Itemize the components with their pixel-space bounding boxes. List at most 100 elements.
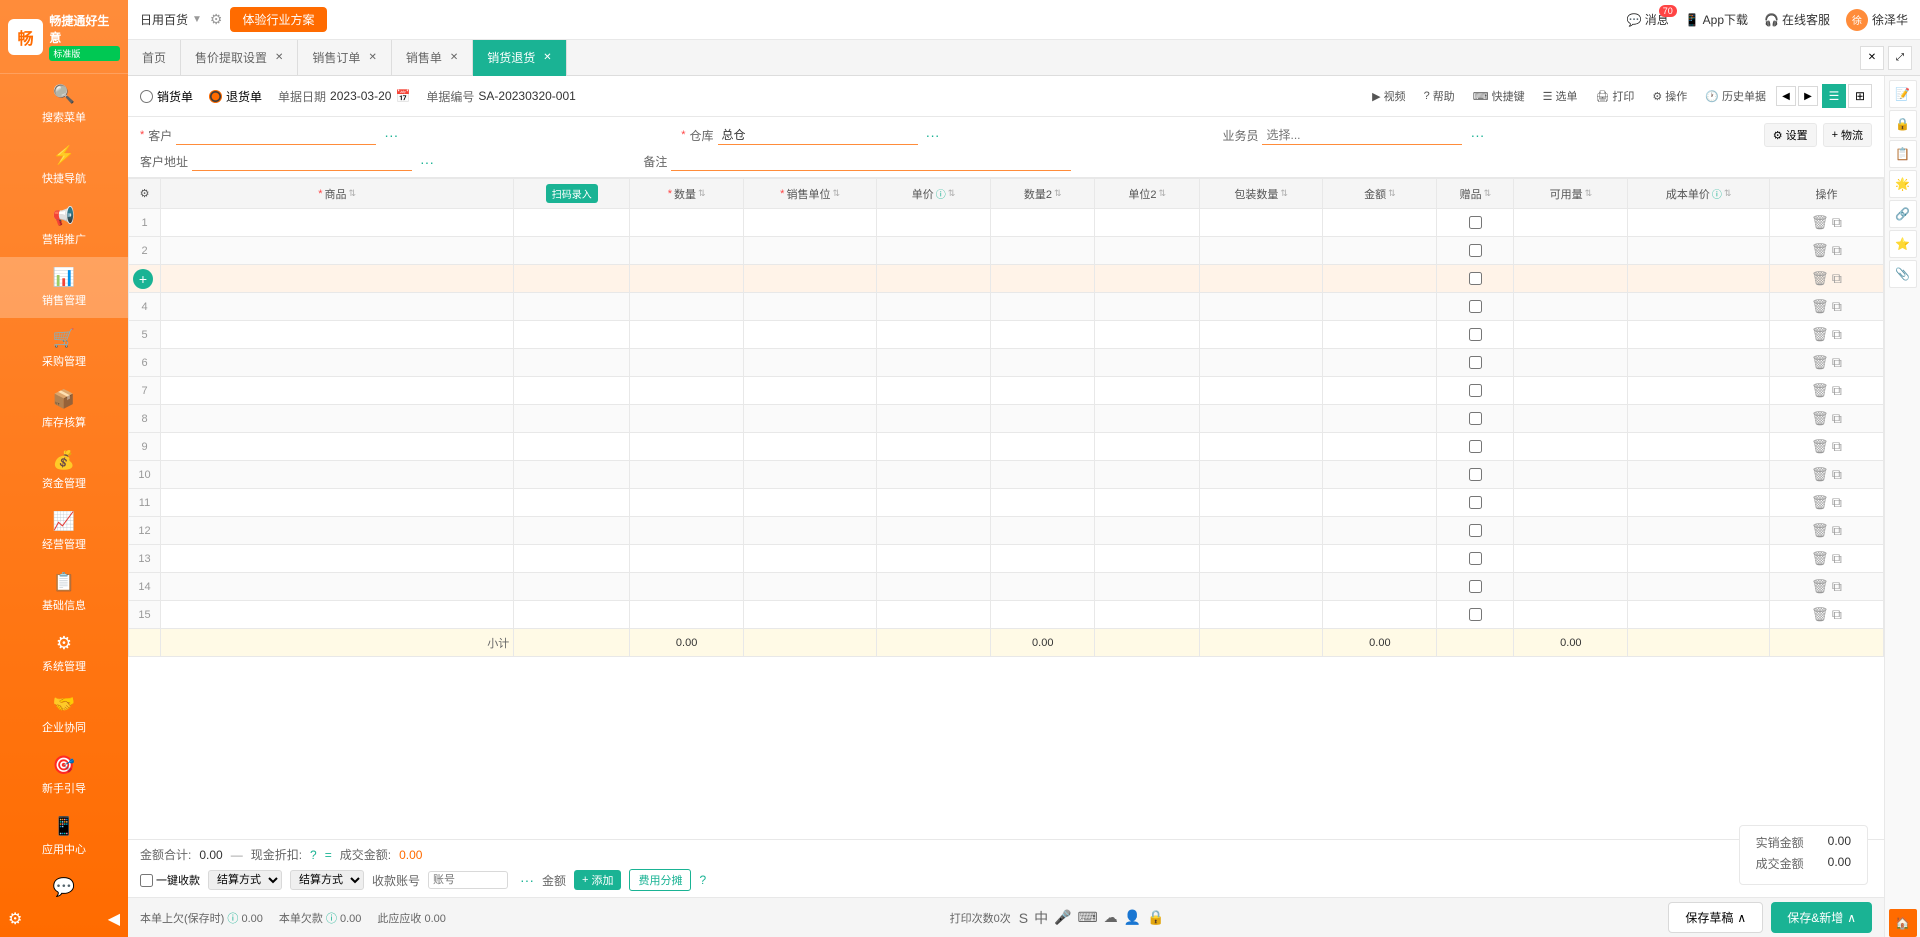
sort-unit2-icon[interactable]: ⇅ (1159, 188, 1167, 199)
daily-goods-selector[interactable]: 日用百货 ▼ (140, 11, 202, 28)
product-input-3[interactable] (165, 271, 509, 286)
gift-checkbox-6[interactable] (1469, 356, 1482, 369)
fenpai-help-icon[interactable]: ? (699, 873, 706, 887)
calendar-icon[interactable]: 📅 (395, 89, 410, 103)
delete-row-icon-4[interactable]: 🗑 (1811, 298, 1829, 314)
customer-input[interactable] (176, 126, 376, 145)
user-info[interactable]: 徐 徐泽华 (1846, 9, 1908, 31)
list-view-btn[interactable]: ☰ (1822, 84, 1846, 108)
staff-input[interactable] (1262, 126, 1462, 145)
sales-order-radio[interactable]: 销货单 (140, 88, 193, 105)
notification-item[interactable]: 💬 消息 70 (1627, 11, 1669, 28)
delete-row-icon-13[interactable]: 🗑 (1811, 550, 1829, 566)
sort-gift-icon[interactable]: ⇅ (1484, 188, 1492, 199)
copy-row-icon-7[interactable]: ⧉ (1832, 382, 1842, 398)
copy-row-icon-13[interactable]: ⧉ (1832, 550, 1842, 566)
gift-checkbox-5[interactable] (1469, 328, 1482, 341)
sidebar-item-purchase[interactable]: 🛒采购管理 (0, 318, 128, 379)
sidebar-item-marketing[interactable]: 📢营销推广 (0, 196, 128, 257)
sidebar-item-sales[interactable]: 📊销售管理 (0, 257, 128, 318)
sort-unit-icon[interactable]: ⇅ (832, 188, 840, 199)
sougou-icon[interactable]: S (1019, 910, 1028, 926)
sort-product-icon[interactable]: ⇅ (349, 188, 357, 199)
delete-row-icon-8[interactable]: 🗑 (1811, 410, 1829, 426)
header-gear-icon[interactable]: ⚙ (210, 11, 223, 28)
sidebar-item-guide[interactable]: 🎯新手引导 (0, 745, 128, 806)
calc-method-select[interactable]: 结算方式 (290, 870, 364, 890)
sidebar-item-enterprise[interactable]: 🤝企业协同 (0, 684, 128, 745)
history-btn[interactable]: 🕐 历史单据 (1699, 86, 1772, 106)
save-new-button[interactable]: 保存&新增 ∧ (1771, 902, 1872, 933)
tab-销货退货[interactable]: 销货退货✕ (473, 40, 566, 76)
right-panel-btn-1[interactable]: 🔒 (1889, 110, 1917, 138)
right-panel-btn-3[interactable]: 🌟 (1889, 170, 1917, 198)
gift-checkbox-9[interactable] (1469, 440, 1482, 453)
settlement-select[interactable]: 结算方式 (208, 870, 282, 890)
return-order-radio[interactable]: 退货单 (209, 88, 262, 105)
delete-row-icon-12[interactable]: 🗑 (1811, 522, 1829, 538)
copy-row-icon-8[interactable]: ⧉ (1832, 410, 1842, 426)
help-btn[interactable]: ? 帮助 (1418, 86, 1461, 106)
sort-avail-icon[interactable]: ⇅ (1585, 188, 1593, 199)
sidebar-item-search[interactable]: 🔍搜索菜单 (0, 74, 128, 135)
settings-button[interactable]: ⚙ 设置 (1764, 123, 1817, 147)
delete-row-icon-1[interactable]: 🗑 (1811, 214, 1829, 230)
gift-checkbox-12[interactable] (1469, 524, 1482, 537)
close-tab-icon[interactable]: ✕ (368, 52, 376, 63)
sort-amount-icon[interactable]: ⇅ (1388, 188, 1396, 199)
account-dots-icon[interactable]: ··· (520, 872, 534, 888)
sort-pack-icon[interactable]: ⇅ (1280, 188, 1288, 199)
cloud-icon[interactable]: ☁ (1104, 909, 1118, 926)
tab-销售订单[interactable]: 销售订单✕ (298, 40, 391, 76)
logistics-button[interactable]: + 物流 (1823, 123, 1872, 147)
copy-row-icon-14[interactable]: ⧉ (1832, 578, 1842, 594)
copy-row-icon-2[interactable]: ⧉ (1832, 242, 1842, 258)
remark-input[interactable] (671, 152, 1071, 171)
close-tab-btn[interactable]: ✕ (1860, 46, 1884, 70)
copy-row-icon-10[interactable]: ⧉ (1832, 466, 1842, 482)
close-tab-icon[interactable]: ✕ (450, 52, 458, 63)
person-icon[interactable]: 👤 (1124, 909, 1141, 926)
copy-row-icon-3[interactable]: ⧉ (1832, 270, 1842, 286)
copy-row-icon-9[interactable]: ⧉ (1832, 438, 1842, 454)
collapse-icon[interactable]: ◀ (108, 909, 120, 929)
mic-icon[interactable]: 🎤 (1054, 909, 1071, 926)
copy-row-icon-15[interactable]: ⧉ (1832, 606, 1842, 622)
close-tab-icon[interactable]: ✕ (543, 52, 551, 63)
sidebar-item-wechat[interactable]: 💬企业微信 (0, 867, 128, 901)
trial-button[interactable]: 体验行业方案 (230, 7, 326, 32)
copy-row-icon-6[interactable]: ⧉ (1832, 354, 1842, 370)
sidebar-item-system[interactable]: ⚙系统管理 (0, 623, 128, 684)
operation-btn[interactable]: ⚙ 操作 (1646, 86, 1693, 106)
right-panel-btn-2[interactable]: 📋 (1889, 140, 1917, 168)
gift-checkbox-15[interactable] (1469, 608, 1482, 621)
sidebar-item-inventory[interactable]: 📦库存核算 (0, 379, 128, 440)
prev-btn[interactable]: ◀ (1776, 86, 1796, 106)
scan-button[interactable]: 扫码录入 (546, 184, 598, 203)
copy-row-icon-5[interactable]: ⧉ (1832, 326, 1842, 342)
next-btn[interactable]: ▶ (1798, 86, 1818, 106)
right-panel-btn-4[interactable]: 🔗 (1889, 200, 1917, 228)
app-download-item[interactable]: 📱 App下载 (1685, 11, 1748, 28)
expand-tab-btn[interactable]: ⤢ (1888, 46, 1912, 70)
gift-checkbox-14[interactable] (1469, 580, 1482, 593)
tab-首页[interactable]: 首页 (128, 40, 181, 76)
sidebar-item-finance[interactable]: 💰资金管理 (0, 440, 128, 501)
sidebar-item-operation[interactable]: 📈经营管理 (0, 501, 128, 562)
sort-price-icon[interactable]: ⇅ (948, 188, 956, 199)
gift-checkbox-2[interactable] (1469, 244, 1482, 257)
delete-row-icon-14[interactable]: 🗑 (1811, 578, 1829, 594)
gift-checkbox-4[interactable] (1469, 300, 1482, 313)
sidebar-item-app-center[interactable]: 📱应用中心 (0, 806, 128, 867)
one-click-pay-checkbox[interactable] (140, 874, 153, 887)
delete-row-icon-5[interactable]: 🗑 (1811, 326, 1829, 342)
one-click-pay-label[interactable]: 一键收款 (140, 872, 200, 888)
online-service-item[interactable]: 🎧 在线客服 (1764, 11, 1830, 28)
delete-row-icon-9[interactable]: 🗑 (1811, 438, 1829, 454)
sort-qty2-icon[interactable]: ⇅ (1054, 188, 1062, 199)
delete-row-icon-11[interactable]: 🗑 (1811, 494, 1829, 510)
gift-checkbox-3[interactable] (1469, 272, 1482, 285)
add-button[interactable]: + 添加 (574, 870, 621, 890)
close-tab-icon[interactable]: ✕ (275, 52, 283, 63)
right-panel-btn-5[interactable]: ⭐ (1889, 230, 1917, 258)
